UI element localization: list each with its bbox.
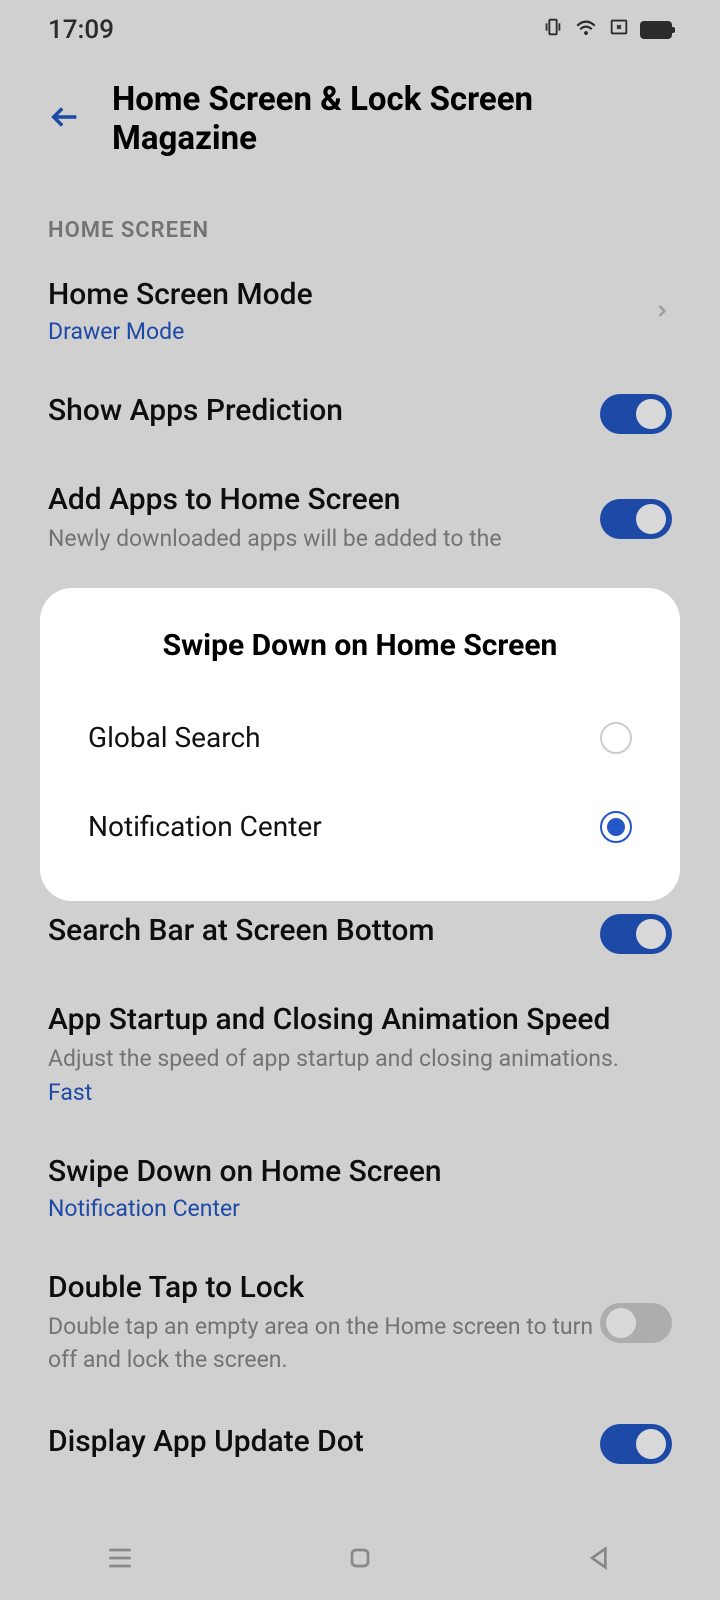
- dialog-option-notification-center[interactable]: Notification Center: [40, 782, 680, 871]
- radio-selected-icon: [600, 811, 632, 843]
- nav-back-icon[interactable]: [584, 1542, 616, 1578]
- dialog-option-label: Global Search: [88, 721, 261, 754]
- swipe-down-dialog: Swipe Down on Home Screen Global Search …: [40, 588, 680, 901]
- dialog-option-global-search[interactable]: Global Search: [40, 693, 680, 782]
- dialog-title: Swipe Down on Home Screen: [40, 628, 680, 663]
- nav-home-icon[interactable]: [344, 1542, 376, 1578]
- radio-unselected-icon: [600, 722, 632, 754]
- nav-bar: [0, 1520, 720, 1600]
- dialog-option-label: Notification Center: [88, 810, 322, 843]
- nav-recent-icon[interactable]: [104, 1542, 136, 1578]
